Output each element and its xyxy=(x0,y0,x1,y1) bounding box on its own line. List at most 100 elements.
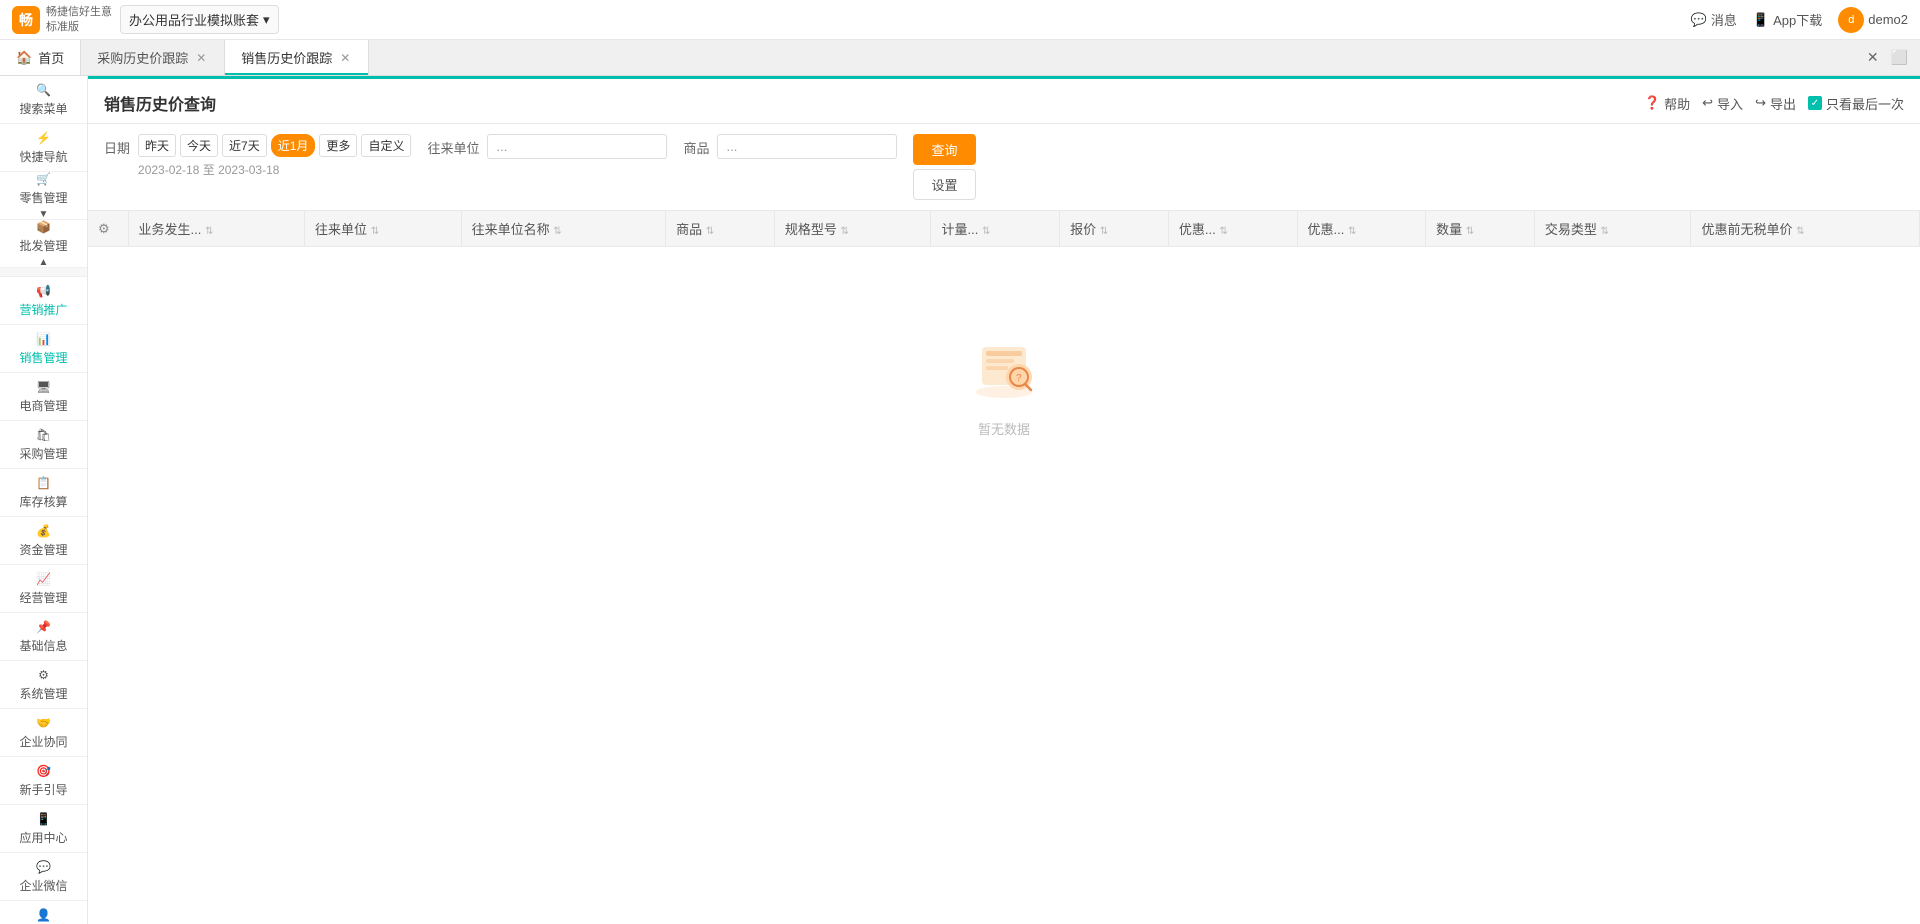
date-btn-yesterday[interactable]: 昨天 xyxy=(138,134,176,157)
th-discount2[interactable]: 优惠... ⇅ xyxy=(1297,211,1426,247)
enterprise-wx-icon: 💬 xyxy=(36,860,51,874)
help-icon: ❓ xyxy=(1644,95,1660,111)
th-pre-tax-price[interactable]: 优惠前无税单价 ⇅ xyxy=(1691,211,1920,247)
th-biz-date[interactable]: 业务发生... ⇅ xyxy=(128,211,305,247)
export-icon: ↪ xyxy=(1755,95,1766,111)
customer-filter-label: 往来单位 xyxy=(427,138,479,157)
date-btn-7days[interactable]: 近7天 xyxy=(222,134,267,157)
only-last-checkbox[interactable]: ✓ 只看最后一次 xyxy=(1808,94,1904,113)
sort-arrows-quantity: ⇅ xyxy=(1466,226,1474,237)
sidebar-item-app-center[interactable]: 📱 应用中心 xyxy=(0,805,87,853)
sort-arrows-pre-tax-price: ⇅ xyxy=(1796,226,1804,237)
action-buttons: 查询 设置 xyxy=(913,134,975,200)
product-filter-input[interactable]: ... xyxy=(717,134,897,159)
sidebar-item-newbie[interactable]: 🎯 新手引导 xyxy=(0,757,87,805)
tab-actions: ✕ ⬜ xyxy=(1855,40,1920,75)
newbie-icon: 🎯 xyxy=(36,764,51,778)
sidebar-item-search[interactable]: 🔍 搜索菜单 xyxy=(0,76,87,124)
th-spec[interactable]: 规格型号 ⇅ xyxy=(774,211,931,247)
inventory-icon: 📋 xyxy=(36,476,51,490)
maximize-tab-action[interactable]: ⬜ xyxy=(1887,45,1912,70)
date-btn-1month[interactable]: 近1月 xyxy=(271,134,316,157)
product-filter-label: 商品 xyxy=(683,138,709,157)
th-unit[interactable]: 计量... ⇅ xyxy=(931,211,1060,247)
logo-icon: 畅 xyxy=(12,6,40,34)
logo-area: 畅 畅捷信好生意 标准版 xyxy=(12,5,112,34)
date-row1: 昨天 今天 近7天 近1月 更多 自定义 xyxy=(138,134,411,157)
empty-illustration: ? xyxy=(964,327,1044,407)
th-settings: ⚙ xyxy=(88,211,128,247)
th-quantity[interactable]: 数量 ⇅ xyxy=(1426,211,1535,247)
chevron-down-icon: ▾ xyxy=(263,12,270,28)
import-icon: ↩ xyxy=(1702,95,1713,111)
purchase-icon: 🛍 xyxy=(36,428,51,442)
sidebar-item-enterprise[interactable]: 🤝 企业协同 xyxy=(0,709,87,757)
date-btn-custom[interactable]: 自定义 xyxy=(361,134,411,157)
wholesale-section xyxy=(0,268,87,277)
message-icon: 💬 xyxy=(1691,12,1707,28)
export-button[interactable]: ↪ 导出 xyxy=(1755,94,1796,113)
th-partner-name[interactable]: 往来单位名称 ⇅ xyxy=(461,211,665,247)
topbar-right: 💬 消息 📱 App下载 d demo2 xyxy=(1691,7,1908,33)
import-button[interactable]: ↩ 导入 xyxy=(1702,94,1743,113)
query-button[interactable]: 查询 xyxy=(913,134,975,165)
sort-arrows-spec: ⇅ xyxy=(841,226,849,237)
tab-sales-close[interactable]: ✕ xyxy=(338,49,352,67)
sidebar-item-retail[interactable]: 🛒 零售管理 ▼ xyxy=(0,172,87,220)
sidebar-item-basic[interactable]: 📌 基础信息 xyxy=(0,613,87,661)
sidebar-item-wholesale[interactable]: 📦 批发管理 ▲ xyxy=(0,220,87,268)
tab-sales[interactable]: 销售历史价跟踪 ✕ xyxy=(225,40,369,75)
marketing-icon: 📢 xyxy=(36,284,51,298)
sidebar-item-marketing[interactable]: 📢 营销推广 xyxy=(0,277,87,325)
tab-purchase-close[interactable]: ✕ xyxy=(194,49,208,67)
message-button[interactable]: 💬 消息 xyxy=(1691,10,1737,29)
th-discount1[interactable]: 优惠... ⇅ xyxy=(1168,211,1297,247)
page-header: 销售历史价查询 ❓ 帮助 ↩ 导入 ↪ 导出 ✓ xyxy=(88,79,1920,124)
page-title: 销售历史价查询 xyxy=(104,91,216,115)
filter-area: 日期 昨天 今天 近7天 近1月 更多 自定义 2023-02-18 至 202… xyxy=(88,124,1920,211)
user-avatar-area[interactable]: d demo2 xyxy=(1838,7,1908,33)
help-button[interactable]: ❓ 帮助 xyxy=(1644,94,1690,113)
settings-gear-icon[interactable]: ⚙ xyxy=(98,221,110,236)
sidebar-item-member[interactable]: 👤 畅会员 xyxy=(0,901,87,924)
sort-arrows-trade-type: ⇅ xyxy=(1601,226,1609,237)
sort-arrows-quoted-price: ⇅ xyxy=(1100,226,1108,237)
sort-arrows-unit: ⇅ xyxy=(982,226,990,237)
sidebar-item-shortcut[interactable]: ⚡ 快捷导航 xyxy=(0,124,87,172)
tab-home[interactable]: 🏠 首页 xyxy=(0,40,81,75)
sort-arrows-discount1: ⇅ xyxy=(1219,226,1227,237)
customer-filter-input[interactable]: ... xyxy=(487,134,667,159)
sidebar-item-finance[interactable]: 💰 资金管理 xyxy=(0,517,87,565)
finance-icon: 💰 xyxy=(36,524,51,538)
date-filter-group: 日期 昨天 今天 近7天 近1月 更多 自定义 2023-02-18 至 202… xyxy=(104,134,411,178)
empty-state-icon: ? xyxy=(964,327,1044,407)
topbar-left: 畅 畅捷信好生意 标准版 办公用品行业模拟账套 ▾ xyxy=(12,5,279,34)
sidebar-item-sales-mgmt[interactable]: 📊 销售管理 xyxy=(0,325,87,373)
tabbar: 🏠 首页 采购历史价跟踪 ✕ 销售历史价跟踪 ✕ ✕ ⬜ xyxy=(0,40,1920,76)
sidebar-item-ecommerce[interactable]: 🖥 电商管理 xyxy=(0,373,87,421)
th-trade-type[interactable]: 交易类型 ⇅ xyxy=(1534,211,1691,247)
sidebar-item-inventory[interactable]: 📋 库存核算 xyxy=(0,469,87,517)
content-inner: 销售历史价查询 ❓ 帮助 ↩ 导入 ↪ 导出 ✓ xyxy=(88,76,1920,924)
date-btn-today[interactable]: 今天 xyxy=(180,134,218,157)
tab-purchase[interactable]: 采购历史价跟踪 ✕ xyxy=(81,40,225,75)
sidebar-item-operations[interactable]: 📈 经营管理 xyxy=(0,565,87,613)
sidebar-item-system[interactable]: ⚙ 系统管理 xyxy=(0,661,87,709)
sort-arrows-discount2: ⇅ xyxy=(1348,226,1356,237)
app-selector[interactable]: 办公用品行业模拟账套 ▾ xyxy=(120,5,279,34)
sort-arrows-biz-date: ⇅ xyxy=(205,226,213,237)
th-quoted-price[interactable]: 报价 ⇅ xyxy=(1060,211,1169,247)
close-tab-action[interactable]: ✕ xyxy=(1863,45,1883,70)
th-partner-code[interactable]: 往来单位 ⇅ xyxy=(305,211,462,247)
settings-button[interactable]: 设置 xyxy=(913,169,975,200)
sidebar-item-purchase[interactable]: 🛍 采购管理 xyxy=(0,421,87,469)
th-product[interactable]: 商品 ⇅ xyxy=(666,211,775,247)
app-download-button[interactable]: 📱 App下载 xyxy=(1753,10,1822,29)
ecommerce-icon: 🖥 xyxy=(36,380,51,394)
member-icon: 👤 xyxy=(36,908,51,922)
svg-text:?: ? xyxy=(1016,373,1022,384)
sidebar-item-enterprise-wx[interactable]: 💬 企业微信 xyxy=(0,853,87,901)
topbar: 畅 畅捷信好生意 标准版 办公用品行业模拟账套 ▾ 💬 消息 📱 App下载 d… xyxy=(0,0,1920,40)
date-btn-more[interactable]: 更多 xyxy=(319,134,357,157)
product-filter-group: 商品 ... xyxy=(683,134,897,159)
